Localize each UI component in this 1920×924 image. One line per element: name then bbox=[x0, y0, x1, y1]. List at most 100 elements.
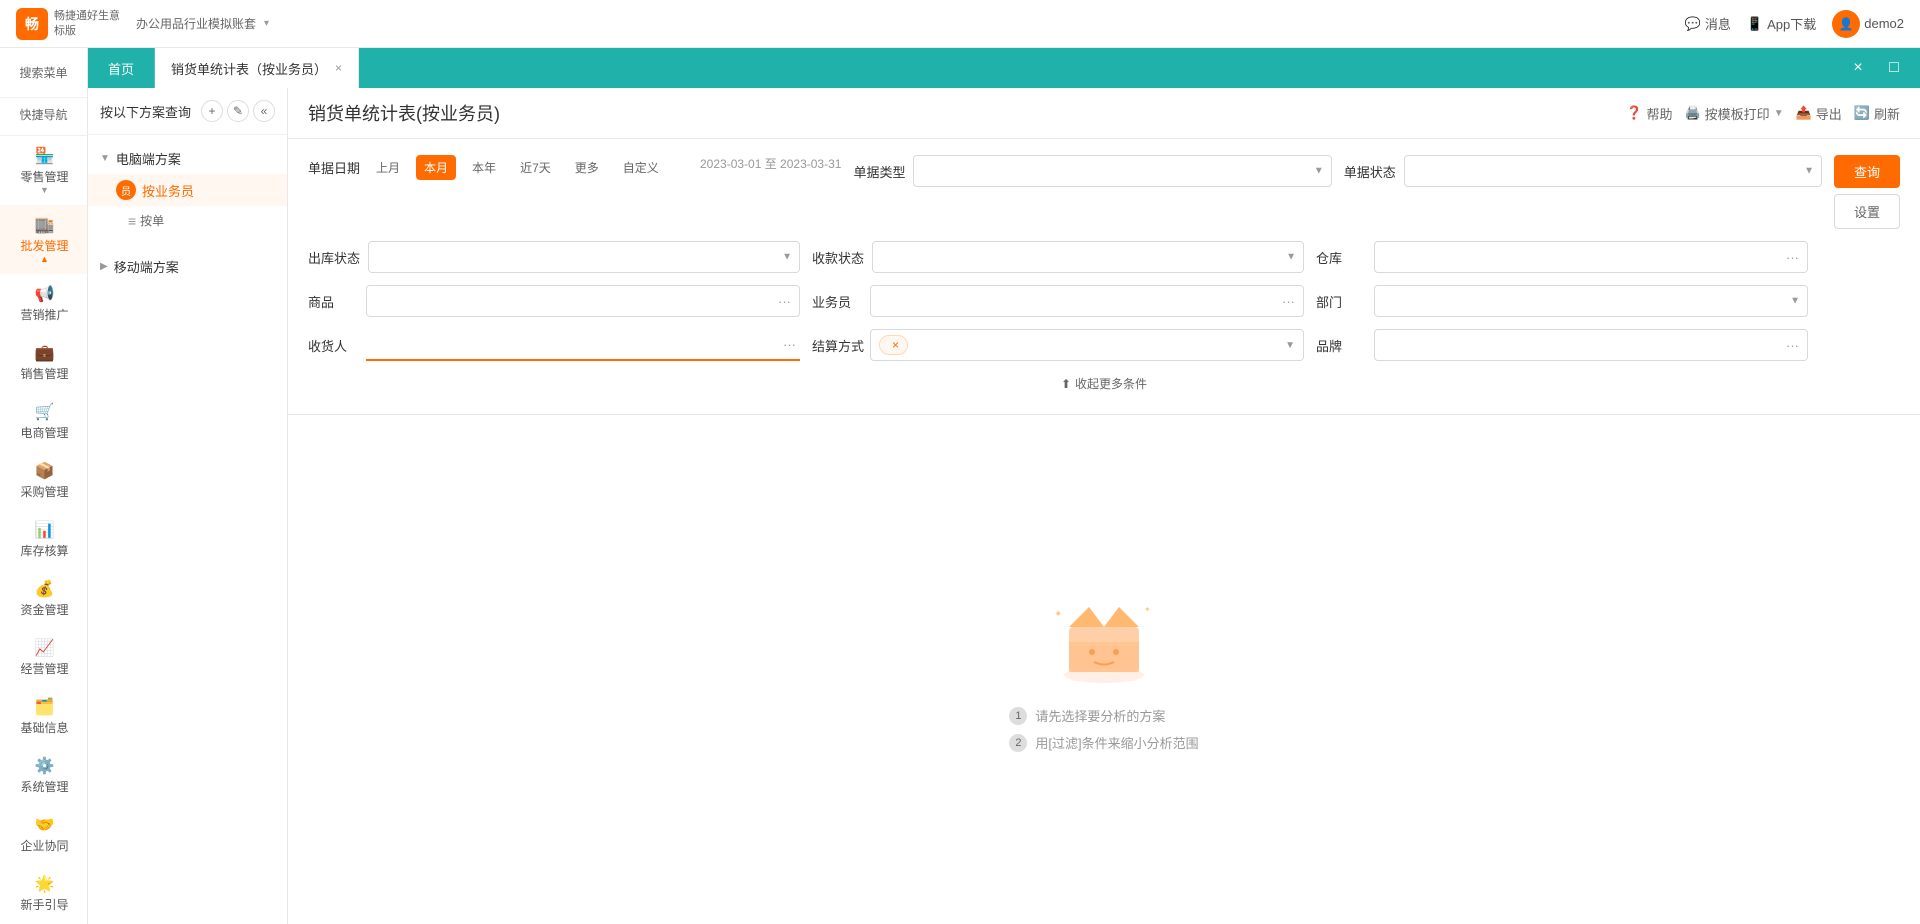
warehouse-input-wrap: ··· bbox=[1374, 241, 1808, 273]
tab-sales-stats[interactable]: 销货单统计表（按业务员） × bbox=[155, 48, 359, 88]
sidebar-item-marketing[interactable]: 📢 营销推广 bbox=[0, 274, 87, 333]
print-btn[interactable]: 🖨️ 按模板打印 ▼ bbox=[1684, 104, 1783, 123]
salesperson-label: 业务员 bbox=[812, 292, 862, 311]
date-btn-more[interactable]: 更多 bbox=[567, 155, 607, 180]
sidebar-item-sales[interactable]: 💼 销售管理 bbox=[0, 333, 87, 392]
sidebar-item-wholesale[interactable]: 🏬 批发管理 ▲ bbox=[0, 205, 87, 274]
collapse-panel-btn[interactable]: « bbox=[253, 100, 275, 122]
date-btn-custom[interactable]: 自定义 bbox=[615, 155, 667, 180]
sidebar-item-finance[interactable]: 💰 资金管理 bbox=[0, 569, 87, 628]
payment-label: 收款状态 bbox=[812, 248, 864, 267]
sidebar-search: 搜索菜单 bbox=[0, 48, 87, 98]
refresh-btn[interactable]: 🔄 刷新 bbox=[1854, 104, 1900, 123]
tab-bar: 首页 销货单统计表（按业务员） × × □ bbox=[88, 48, 1920, 88]
dept-label: 部门 bbox=[1316, 292, 1366, 311]
user-menu[interactable]: 👤 demo2 bbox=[1832, 10, 1904, 38]
edit-scheme-btn[interactable]: ✎ bbox=[227, 100, 249, 122]
sidebar-item-operations[interactable]: 📈 经营管理 bbox=[0, 628, 87, 687]
product-input-wrap: ··· bbox=[366, 285, 800, 317]
logo-icon: 畅 bbox=[16, 8, 48, 40]
settle-tag: × bbox=[879, 335, 908, 355]
sidebar-item-ecommerce[interactable]: 🛒 电商管理 bbox=[0, 392, 87, 451]
sidebar-item-basic[interactable]: 🗂️ 基础信息 bbox=[0, 687, 87, 746]
svg-text:✦: ✦ bbox=[1054, 609, 1062, 620]
collapse-btn[interactable]: ⬆ 收起更多条件 bbox=[308, 369, 1900, 398]
product-label: 商品 bbox=[308, 292, 358, 311]
page-actions: ❓ 帮助 🖨️ 按模板打印 ▼ 📤 导出 bbox=[1626, 104, 1900, 123]
finance-icon: 💰 bbox=[35, 579, 55, 599]
settings-btn[interactable]: 设置 bbox=[1834, 194, 1900, 229]
date-range-text: 2023-03-01 至 2023-03-31 bbox=[700, 155, 841, 172]
salesperson-filter: 业务员 ··· bbox=[812, 285, 1304, 317]
sidebar-item-system[interactable]: ⚙️ 系统管理 bbox=[0, 746, 87, 805]
system-icon: ⚙️ bbox=[35, 756, 55, 776]
sales-icon: 💼 bbox=[35, 343, 55, 363]
operations-icon: 📈 bbox=[35, 638, 55, 658]
brand-input-wrap: ··· bbox=[1374, 329, 1808, 361]
date-filter-group: 单据日期 上月 本月 本年 近7天 更多 自定义 bbox=[308, 155, 688, 180]
warehouse-label: 仓库 bbox=[1316, 248, 1366, 267]
query-btn[interactable]: 查询 bbox=[1834, 155, 1900, 188]
left-panel-title: 按以下方案查询 bbox=[100, 102, 191, 121]
sidebar-item-purchase[interactable]: 📦 采购管理 bbox=[0, 451, 87, 510]
doc-type-select-wrap bbox=[913, 155, 1331, 187]
left-panel-header: 按以下方案查询 + ✎ « bbox=[88, 88, 287, 135]
logo-area[interactable]: 畅 畅捷通好生意 标版 bbox=[16, 8, 120, 40]
salesperson-dots[interactable]: ··· bbox=[1282, 294, 1295, 309]
scheme-by-salesperson[interactable]: 员 按业务员 bbox=[88, 174, 287, 206]
delivery-select[interactable] bbox=[368, 241, 800, 273]
doc-status-select[interactable] bbox=[1404, 155, 1822, 187]
sidebar-item-retail[interactable]: 🏪 零售管理 ▼ bbox=[0, 136, 87, 205]
tip-num-1: 1 bbox=[1009, 707, 1027, 725]
sidebar-menu: 🏪 零售管理 ▼ 🏬 批发管理 ▲ 📢 营销推广 💼 销售管理 🛒 电商管理 bbox=[0, 136, 87, 924]
date-btn-this-year[interactable]: 本年 bbox=[464, 155, 504, 180]
date-btn-this-month[interactable]: 本月 bbox=[416, 155, 456, 180]
warehouse-filter: 仓库 ··· bbox=[1316, 241, 1808, 273]
add-scheme-btn[interactable]: + bbox=[201, 100, 223, 122]
tab-home[interactable]: 首页 bbox=[88, 48, 155, 88]
message-icon: 💬 bbox=[1685, 16, 1701, 32]
search-menu-btn[interactable]: 搜索菜单 bbox=[8, 60, 79, 85]
settle-dropdown-arrow[interactable]: ▼ bbox=[1285, 340, 1295, 351]
date-btn-last-month[interactable]: 上月 bbox=[368, 155, 408, 180]
sidebar-item-inventory[interactable]: 📊 库存核算 bbox=[0, 510, 87, 569]
close-window-btn[interactable]: × bbox=[1844, 54, 1872, 82]
payment-select[interactable] bbox=[872, 241, 1304, 273]
delivery-label: 出库状态 bbox=[308, 248, 360, 267]
maximize-btn[interactable]: □ bbox=[1880, 54, 1908, 82]
empty-tip-1: 1 请先选择要分析的方案 bbox=[1009, 706, 1198, 725]
brand-dots[interactable]: ··· bbox=[1786, 338, 1799, 353]
sidebar-item-newbie[interactable]: 🌟 新手引导 bbox=[0, 864, 87, 923]
doc-type-select[interactable] bbox=[913, 155, 1331, 187]
filter-row-2: 出库状态 收款状态 bbox=[308, 241, 1900, 273]
consignee-input-wrap: ··· bbox=[366, 329, 800, 361]
message-btn[interactable]: 💬 消息 bbox=[1685, 14, 1731, 33]
doc-type-filter: 单据类型 bbox=[853, 155, 1331, 187]
quick-nav-btn[interactable]: 快捷导航 bbox=[0, 98, 87, 136]
date-btn-7days[interactable]: 近7天 bbox=[512, 155, 559, 180]
app-download-btn[interactable]: 📱 App下载 bbox=[1747, 14, 1816, 33]
dept-select[interactable] bbox=[1374, 285, 1808, 317]
mobile-scheme-group-header[interactable]: ▶ 移动端方案 bbox=[88, 251, 287, 282]
scheme-by-order[interactable]: ≡ 按单 bbox=[88, 206, 287, 235]
ecommerce-icon: 🛒 bbox=[35, 402, 55, 422]
pc-scheme-group: ▼ 电脑端方案 员 按业务员 ≡ 按单 bbox=[88, 135, 287, 243]
settle-tag-close[interactable]: × bbox=[892, 338, 899, 352]
phone-icon: 📱 bbox=[1747, 16, 1763, 32]
dept-filter: 部门 bbox=[1316, 285, 1808, 317]
warehouse-dots[interactable]: ··· bbox=[1786, 250, 1799, 265]
marketing-icon: 📢 bbox=[35, 284, 55, 304]
logo-text: 畅捷通好生意 标版 bbox=[54, 9, 120, 38]
sidebar-item-corp[interactable]: 🤝 企业协同 bbox=[0, 805, 87, 864]
pc-scheme-group-header[interactable]: ▼ 电脑端方案 bbox=[88, 143, 287, 174]
tab-close-btn[interactable]: × bbox=[335, 61, 342, 75]
export-btn[interactable]: 📤 导出 bbox=[1796, 104, 1842, 123]
page-title: 销货单统计表(按业务员) bbox=[308, 100, 500, 126]
nav-dropdown-arrow[interactable]: ▾ bbox=[264, 18, 269, 29]
help-btn[interactable]: ❓ 帮助 bbox=[1626, 104, 1672, 123]
consignee-dots[interactable]: ··· bbox=[783, 337, 796, 352]
brand-label: 品牌 bbox=[1316, 336, 1366, 355]
product-dots[interactable]: ··· bbox=[778, 294, 791, 309]
empty-state: ✦ ✦ ✦ 1 请先选择要分析的方案 2 bbox=[288, 415, 1920, 924]
print-icon: 🖨️ bbox=[1684, 105, 1700, 121]
